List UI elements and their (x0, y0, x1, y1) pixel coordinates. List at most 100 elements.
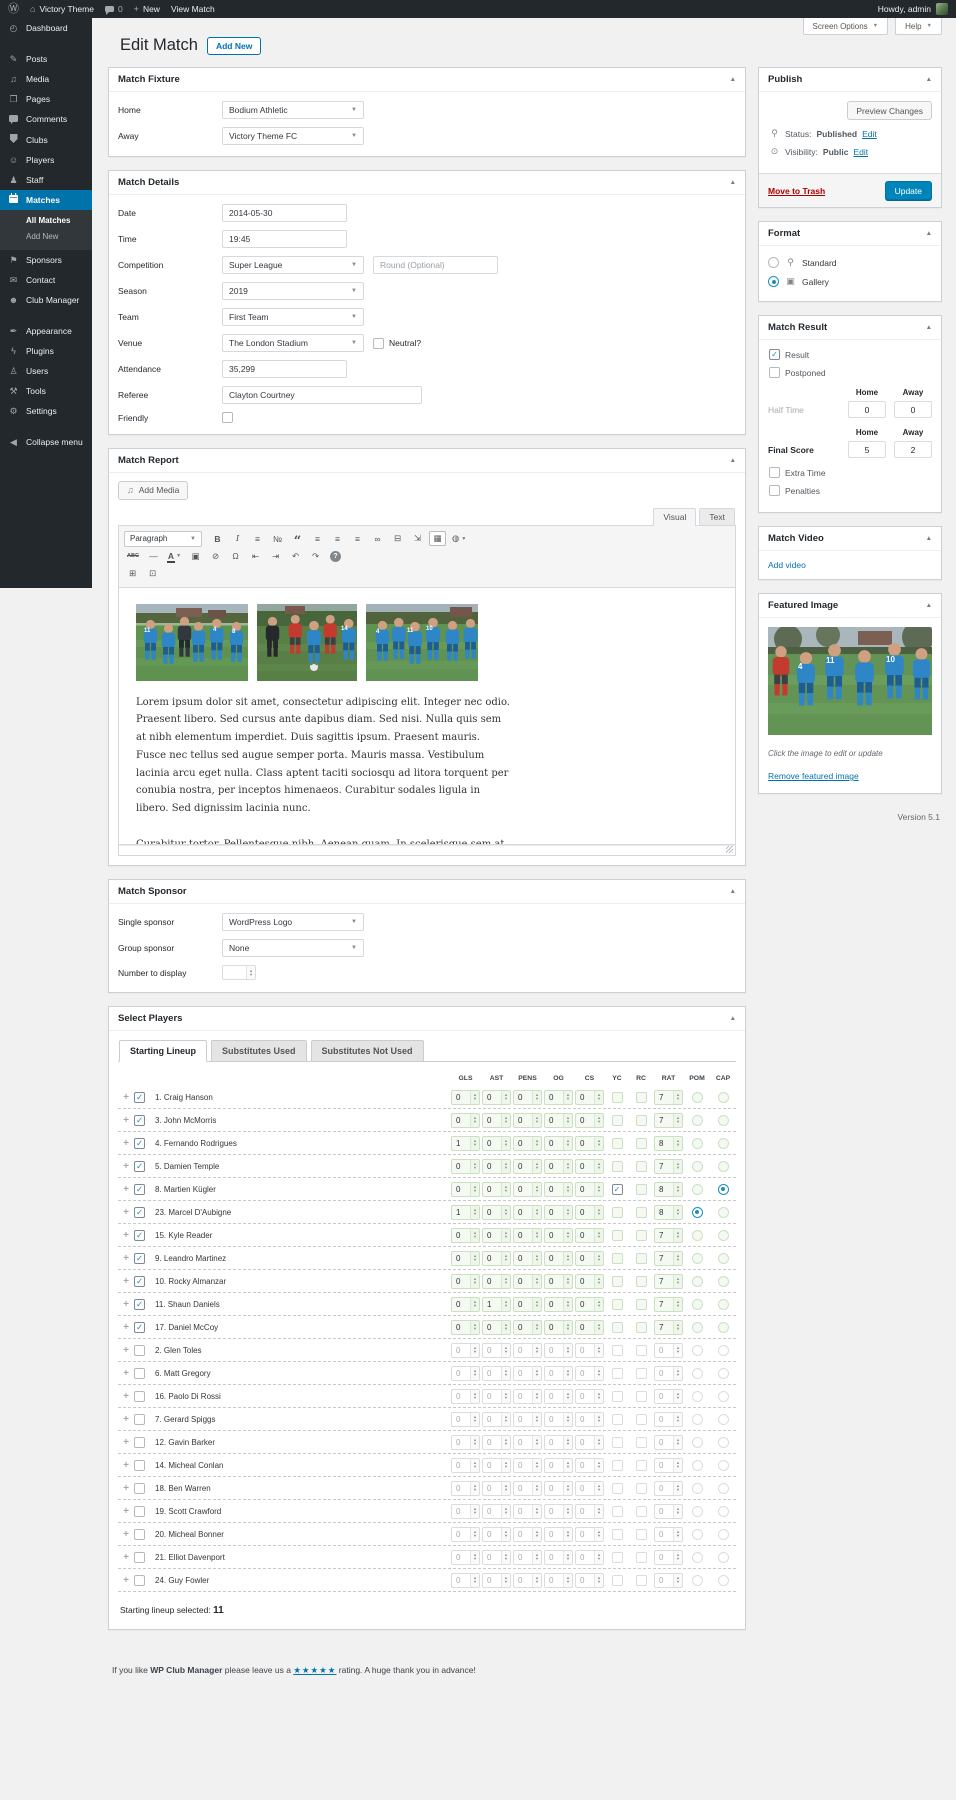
panel-header[interactable]: Match Report ▲ (109, 449, 745, 473)
drag-handle-icon[interactable]: + (118, 1276, 134, 1287)
align-right-button[interactable]: ≡ (349, 531, 366, 546)
pens-input[interactable]: 0 ▴ ▾ (513, 1204, 542, 1220)
ast-input[interactable]: 1 ▴ ▾ (482, 1296, 511, 1312)
ast-input[interactable]: 0 ▴ ▾ (482, 1457, 511, 1473)
og-input[interactable]: 0 ▴ ▾ (544, 1296, 573, 1312)
sidebar-item-tools[interactable]: ⚒ Tools (0, 381, 92, 401)
referee-input[interactable]: Clayton Courtney (222, 386, 422, 404)
clear-formatting-button[interactable]: ⊘ (207, 549, 224, 564)
og-input[interactable]: 0 ▴ ▾ (544, 1089, 573, 1105)
rc-checkbox[interactable] (635, 1298, 647, 1310)
final-score-away-input[interactable]: 2 (894, 441, 932, 458)
og-input[interactable]: 0 ▴ ▾ (544, 1135, 573, 1151)
pom-radio[interactable] (691, 1574, 703, 1586)
penalties-checkbox[interactable] (769, 485, 780, 496)
cap-radio[interactable] (717, 1275, 729, 1287)
numbered-list-button[interactable]: № (269, 531, 286, 546)
og-input[interactable]: 0 ▴ ▾ (544, 1503, 573, 1519)
cs-input[interactable]: 0 ▴ ▾ (575, 1572, 604, 1588)
sidebar-item-media[interactable]: ♫ Media (0, 69, 92, 89)
pom-radio[interactable] (691, 1505, 703, 1517)
gls-input[interactable]: 0 ▴ ▾ (451, 1388, 480, 1404)
gls-input[interactable]: 1 ▴ ▾ (451, 1135, 480, 1151)
pens-input[interactable]: 0 ▴ ▾ (513, 1388, 542, 1404)
gls-input[interactable]: 0 ▴ ▾ (451, 1572, 480, 1588)
rc-checkbox[interactable] (635, 1091, 647, 1103)
sidebar-item-contact[interactable]: ✉ Contact (0, 270, 92, 290)
drag-handle-icon[interactable]: + (118, 1207, 134, 1218)
panel-header[interactable]: Match Sponsor ▲ (109, 880, 745, 905)
rc-checkbox[interactable] (635, 1505, 647, 1517)
cap-radio[interactable] (717, 1505, 729, 1517)
gls-input[interactable]: 0 ▴ ▾ (451, 1112, 480, 1128)
og-input[interactable]: 0 ▴ ▾ (544, 1457, 573, 1473)
preview-changes-button[interactable]: Preview Changes (847, 101, 932, 120)
yc-checkbox[interactable] (611, 1459, 623, 1471)
ast-input[interactable]: 0 ▴ ▾ (482, 1227, 511, 1243)
yc-checkbox[interactable] (611, 1137, 623, 1149)
rc-checkbox[interactable] (635, 1482, 647, 1494)
ast-input[interactable]: 0 ▴ ▾ (482, 1480, 511, 1496)
gls-input[interactable]: 0 ▴ ▾ (451, 1549, 480, 1565)
gls-input[interactable]: 0 ▴ ▾ (451, 1296, 480, 1312)
rating-input[interactable]: 7 ▴ ▾ (654, 1227, 683, 1243)
ast-input[interactable]: 0 ▴ ▾ (482, 1365, 511, 1381)
cap-radio[interactable] (717, 1390, 729, 1402)
fullscreen-button[interactable]: ⇲ (409, 531, 426, 546)
gls-input[interactable]: 0 ▴ ▾ (451, 1250, 480, 1266)
player-select-checkbox[interactable]: ✓ (134, 1229, 145, 1241)
rating-input[interactable]: 7 ▴ ▾ (654, 1296, 683, 1312)
add-media-button[interactable]: ♫ Add Media (118, 480, 189, 500)
rc-checkbox[interactable] (635, 1206, 647, 1218)
friendly-checkbox[interactable] (222, 412, 233, 423)
player-select-checkbox[interactable] (134, 1551, 145, 1563)
ast-input[interactable]: 0 ▴ ▾ (482, 1250, 511, 1266)
cs-input[interactable]: 0 ▴ ▾ (575, 1526, 604, 1542)
drag-handle-icon[interactable]: + (118, 1575, 134, 1586)
indent-button[interactable]: ⇥ (267, 549, 284, 564)
panel-header[interactable]: Publish ▲ (759, 68, 941, 92)
drag-handle-icon[interactable]: + (118, 1115, 134, 1126)
move-to-trash-link[interactable]: Move to Trash (768, 186, 825, 196)
collapse-icon[interactable]: ▲ (730, 1015, 736, 1022)
neutral-checkbox[interactable] (373, 337, 384, 349)
admin-bar-comments[interactable]: 0 (104, 4, 123, 15)
pom-radio[interactable] (691, 1252, 703, 1264)
og-input[interactable]: 0 ▴ ▾ (544, 1204, 573, 1220)
collapse-icon[interactable]: ▲ (926, 602, 932, 609)
group-sponsor-select[interactable]: None ▼ (222, 939, 364, 958)
drag-handle-icon[interactable]: + (118, 1092, 134, 1103)
og-input[interactable]: 0 ▴ ▾ (544, 1411, 573, 1427)
rc-checkbox[interactable] (635, 1528, 647, 1540)
pens-input[interactable]: 0 ▴ ▾ (513, 1549, 542, 1565)
rating-input[interactable]: 7 ▴ ▾ (654, 1158, 683, 1174)
sidebar-item-club-manager[interactable]: ☻ Club Manager (0, 290, 92, 310)
yc-checkbox[interactable] (611, 1229, 623, 1241)
gls-input[interactable]: 0 ▴ ▾ (451, 1158, 480, 1174)
rating-input[interactable]: 0 ▴ ▾ (654, 1457, 683, 1473)
yc-checkbox[interactable] (611, 1298, 623, 1310)
italic-button[interactable]: I (229, 531, 246, 546)
resize-grip[interactable] (726, 846, 733, 854)
half-time-home-input[interactable]: 0 (848, 401, 886, 418)
match-photo-2[interactable]: 14 (257, 603, 357, 681)
shortcode-button-1-button[interactable]: ⊞ (124, 566, 141, 581)
tab-starting-lineup[interactable]: Starting Lineup (119, 1040, 207, 1063)
player-select-checkbox[interactable] (134, 1528, 145, 1540)
sidebar-item-clubs[interactable]: Clubs (0, 129, 92, 150)
cs-input[interactable]: 0 ▴ ▾ (575, 1296, 604, 1312)
pom-radio[interactable] (691, 1482, 703, 1494)
yc-checkbox[interactable] (611, 1275, 623, 1287)
panel-header[interactable]: Featured Image ▲ (759, 594, 941, 618)
cs-input[interactable]: 0 ▴ ▾ (575, 1388, 604, 1404)
ast-input[interactable]: 0 ▴ ▾ (482, 1526, 511, 1542)
collapse-icon[interactable]: ▲ (926, 324, 932, 331)
pom-radio[interactable] (691, 1091, 703, 1103)
player-select-checkbox[interactable] (134, 1390, 145, 1402)
pens-input[interactable]: 0 ▴ ▾ (513, 1411, 542, 1427)
pens-input[interactable]: 0 ▴ ▾ (513, 1273, 542, 1289)
ast-input[interactable]: 0 ▴ ▾ (482, 1503, 511, 1519)
cap-radio[interactable] (717, 1206, 729, 1218)
add-video-link[interactable]: Add video (768, 560, 806, 570)
editor-content[interactable]: 11 4 8 14 4 11 10 Lorem ipsum dolor sit … (118, 587, 736, 846)
